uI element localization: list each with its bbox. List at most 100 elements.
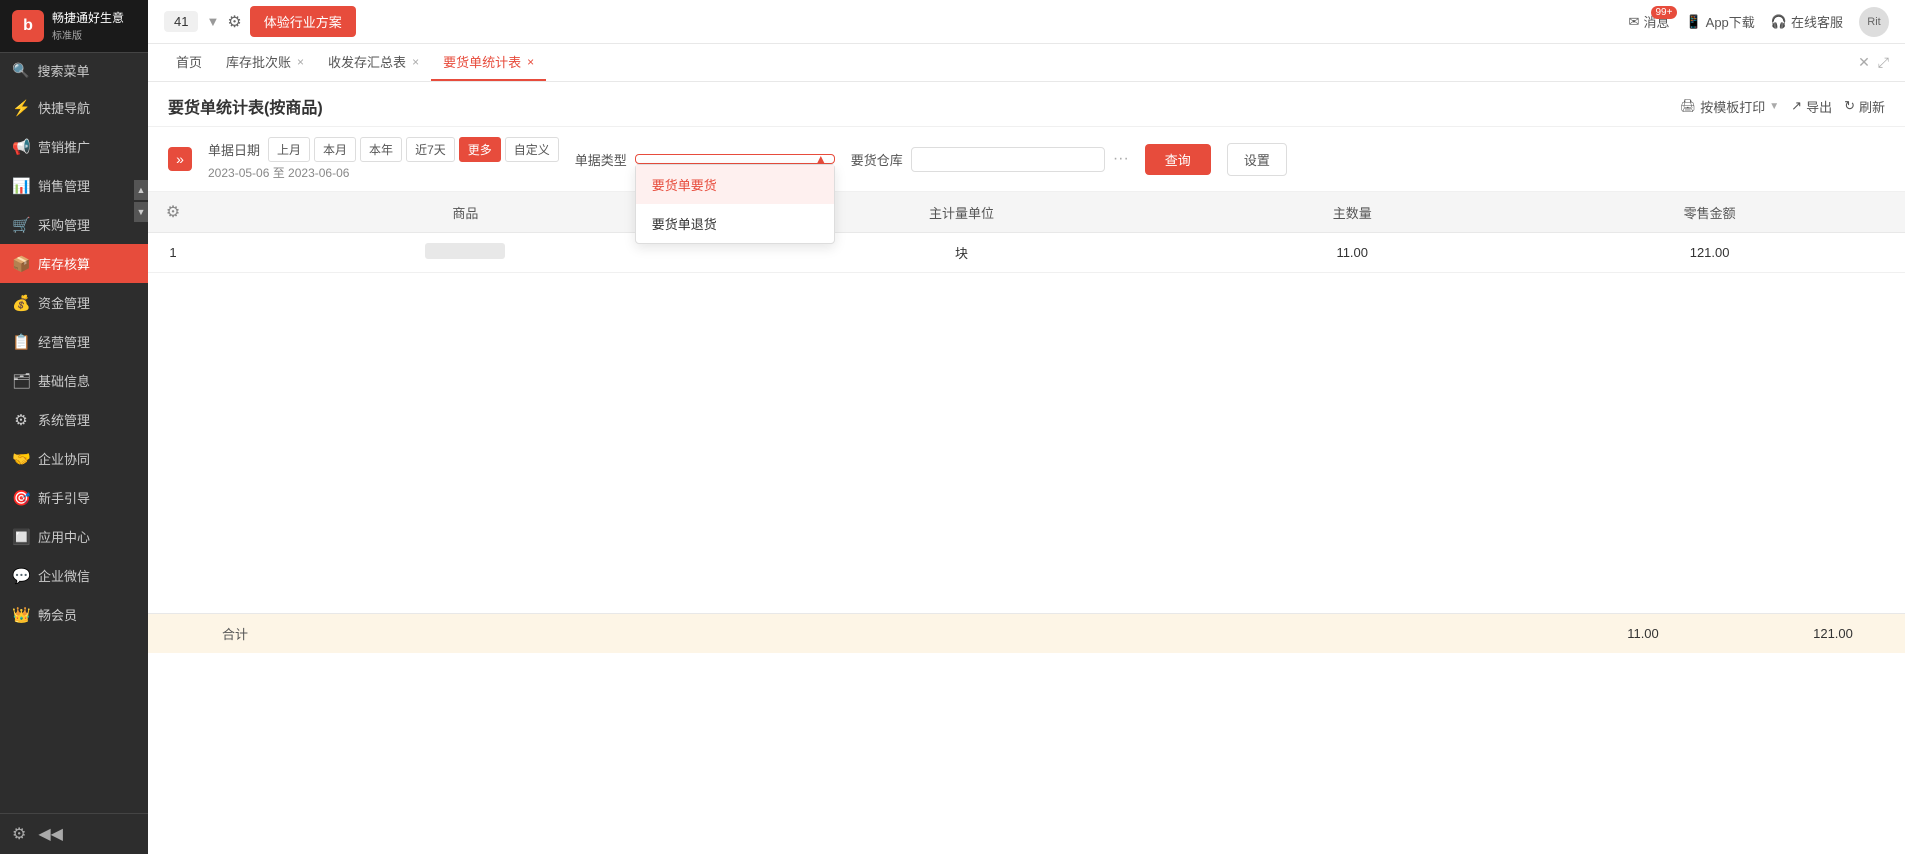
sidebar-item-label: 资金管理 — [38, 293, 90, 312]
filter-bar: » 单据日期 上月 本月 本年 近7天 更多 自定义 2023-05-0 — [148, 127, 1905, 192]
sidebar-item-wechat[interactable]: 💬 企业微信 — [0, 556, 148, 595]
account-id: 41 — [164, 11, 198, 32]
app-logo-icon: b — [12, 10, 44, 42]
sales-icon: 📊 — [12, 177, 30, 195]
col-amount: 零售金额 — [1514, 192, 1905, 233]
footer-qty: 11.00 — [1593, 626, 1693, 641]
enterprise-icon: 🤝 — [12, 450, 30, 468]
tab-close-all-icon[interactable]: ✕ — [1858, 54, 1870, 71]
type-select[interactable] — [635, 154, 835, 164]
sidebar-item-inventory[interactable]: 📦 库存核算 — [0, 244, 148, 283]
messages-btn[interactable]: ✉ 消息 99+ — [1629, 12, 1670, 31]
sidebar-item-system[interactable]: ⚙ 系统管理 — [0, 400, 148, 439]
date-filter-group: 单据日期 上月 本月 本年 近7天 更多 自定义 2023-05-06 至 20… — [208, 137, 559, 181]
date-btn-7days[interactable]: 近7天 — [406, 137, 455, 162]
sidebar-item-enterprise[interactable]: 🤝 企业协同 — [0, 439, 148, 478]
topbar-right: ✉ 消息 99+ 📱 App下载 🎧 在线客服 Rit — [1629, 7, 1889, 37]
sidebar-scroll-up[interactable]: ▲ — [134, 180, 148, 200]
basic-icon: 🗂 — [12, 372, 30, 390]
online-service-label: 在线客服 — [1791, 12, 1843, 31]
tab-goods-stats-close[interactable]: × — [527, 55, 534, 69]
expand-filter-btn[interactable]: » — [168, 147, 192, 171]
online-service-btn[interactable]: 🎧 在线客服 — [1771, 12, 1843, 31]
export-btn[interactable]: ↗ 导出 — [1791, 97, 1832, 116]
settings-icon[interactable]: ⚙ — [12, 824, 26, 844]
table-empty-space — [148, 273, 1905, 613]
sidebar-item-purchase[interactable]: 🛒 采购管理 — [0, 205, 148, 244]
sidebar-item-label: 销售管理 — [38, 176, 90, 195]
date-btn-custom[interactable]: 自定义 — [505, 137, 559, 162]
warehouse-filter-group: 要货仓库 ··· — [851, 147, 1129, 172]
trial-btn[interactable]: 体验行业方案 — [250, 6, 356, 37]
appstore-icon: 🔲 — [12, 528, 30, 546]
data-table: ⚙ 商品 主计量单位 主数量 零售金额 1 — [148, 192, 1905, 273]
tab-expand-icon[interactable]: ⤢ — [1878, 54, 1889, 71]
guide-icon: 🎯 — [12, 489, 30, 507]
date-filter-row: 单据日期 上月 本月 本年 近7天 更多 自定义 — [208, 137, 559, 162]
table-footer: 合计 11.00 121.00 — [148, 613, 1905, 653]
date-btn-year[interactable]: 本年 — [360, 137, 402, 162]
refresh-btn[interactable]: ↻ 刷新 — [1844, 97, 1885, 116]
sidebar-item-label: 畅会员 — [38, 605, 77, 624]
finance-icon: 💰 — [12, 294, 30, 312]
user-avatar[interactable]: Rit — [1859, 7, 1889, 37]
setting-btn[interactable]: 设置 — [1227, 143, 1287, 176]
topbar-gear-icon[interactable]: ⚙ — [227, 12, 241, 32]
wechat-icon: 💬 — [12, 567, 30, 585]
sidebar-item-operations[interactable]: 📋 经营管理 — [0, 322, 148, 361]
topbar-left: 41 ▼ ⚙ 体验行业方案 — [164, 6, 356, 37]
sidebar-item-quick-nav[interactable]: ⚡ 快捷导航 — [0, 88, 148, 127]
sidebar-item-appstore[interactable]: 🔲 应用中心 — [0, 517, 148, 556]
table-header-row: ⚙ 商品 主计量单位 主数量 零售金额 — [148, 192, 1905, 233]
tab-batch-close[interactable]: × — [297, 55, 304, 69]
sidebar-item-guide[interactable]: 🎯 新手引导 — [0, 478, 148, 517]
table-row: 1 块 11.00 121.00 — [148, 233, 1905, 273]
system-icon: ⚙ — [12, 411, 30, 429]
sidebar: b 畅捷通好生意 标准版 🔍 搜索菜单 ⚡ 快捷导航 📢 营销推广 📊 销售管理… — [0, 0, 148, 854]
tab-summary-label: 收发存汇总表 — [328, 52, 406, 71]
table-gear-icon[interactable]: ⚙ — [166, 204, 180, 221]
tab-summary-close[interactable]: × — [412, 55, 419, 69]
tab-home[interactable]: 首页 — [164, 44, 214, 81]
warehouse-more-icon[interactable]: ··· — [1113, 150, 1129, 168]
warehouse-input[interactable] — [911, 147, 1105, 172]
page-header-actions: 🖨 按模板打印 ▼ ↗ 导出 ↻ 刷新 — [1680, 97, 1885, 116]
sidebar-scroll-down[interactable]: ▼ — [134, 202, 148, 222]
account-dropdown-arrow[interactable]: ▼ — [206, 14, 219, 29]
print-label: 按模板打印 — [1700, 97, 1765, 116]
query-btn[interactable]: 查询 — [1145, 144, 1211, 175]
dropdown-item-order[interactable]: 要货单要货 — [636, 165, 834, 204]
tab-summary[interactable]: 收发存汇总表 × — [316, 44, 431, 81]
print-dropdown-icon[interactable]: ▼ — [1769, 101, 1779, 112]
app-download-btn[interactable]: 📱 App下载 — [1685, 12, 1754, 31]
col-gear[interactable]: ⚙ — [148, 192, 198, 233]
cell-amount: 121.00 — [1514, 233, 1905, 273]
tab-goods-stats-label: 要货单统计表 — [443, 52, 521, 71]
marketing-icon: 📢 — [12, 138, 30, 156]
page-header: 要货单统计表(按商品) 🖨 按模板打印 ▼ ↗ 导出 ↻ 刷新 — [148, 82, 1905, 127]
sidebar-item-label: 企业协同 — [38, 449, 90, 468]
collapse-icon[interactable]: ◀◀ — [38, 824, 63, 844]
date-btn-more[interactable]: 更多 — [459, 137, 501, 162]
export-icon: ↗ — [1791, 98, 1802, 114]
tab-batch[interactable]: 库存批次账 × — [214, 44, 316, 81]
tab-home-label: 首页 — [176, 52, 202, 71]
date-btn-up[interactable]: 上月 — [268, 137, 310, 162]
tab-goods-stats[interactable]: 要货单统计表 × — [431, 44, 546, 81]
sidebar-item-sales[interactable]: 📊 销售管理 — [0, 166, 148, 205]
print-btn[interactable]: 🖨 按模板打印 ▼ — [1680, 97, 1779, 116]
sidebar-item-basic[interactable]: 🗂 基础信息 — [0, 361, 148, 400]
type-filter-group: 单据类型 ▲ 要货单要货 要货单退货 — [575, 150, 835, 169]
tab-batch-label: 库存批次账 — [226, 52, 291, 71]
sidebar-item-label: 应用中心 — [38, 527, 90, 546]
sidebar-item-marketing[interactable]: 📢 营销推广 — [0, 127, 148, 166]
sidebar-nav: b 畅捷通好生意 标准版 🔍 搜索菜单 ⚡ 快捷导航 📢 营销推广 📊 销售管理… — [0, 0, 148, 854]
sidebar-item-member[interactable]: 👑 畅会员 — [0, 595, 148, 634]
dropdown-item-return[interactable]: 要货单退货 — [636, 204, 834, 243]
sidebar-item-label: 基础信息 — [38, 371, 90, 390]
sidebar-search[interactable]: 🔍 搜索菜单 — [0, 53, 148, 88]
date-btn-current[interactable]: 本月 — [314, 137, 356, 162]
sidebar-item-finance[interactable]: 💰 资金管理 — [0, 283, 148, 322]
sidebar-item-label: 快捷导航 — [38, 98, 90, 117]
page-inner: 要货单统计表(按商品) 🖨 按模板打印 ▼ ↗ 导出 ↻ 刷新 — [148, 82, 1905, 854]
